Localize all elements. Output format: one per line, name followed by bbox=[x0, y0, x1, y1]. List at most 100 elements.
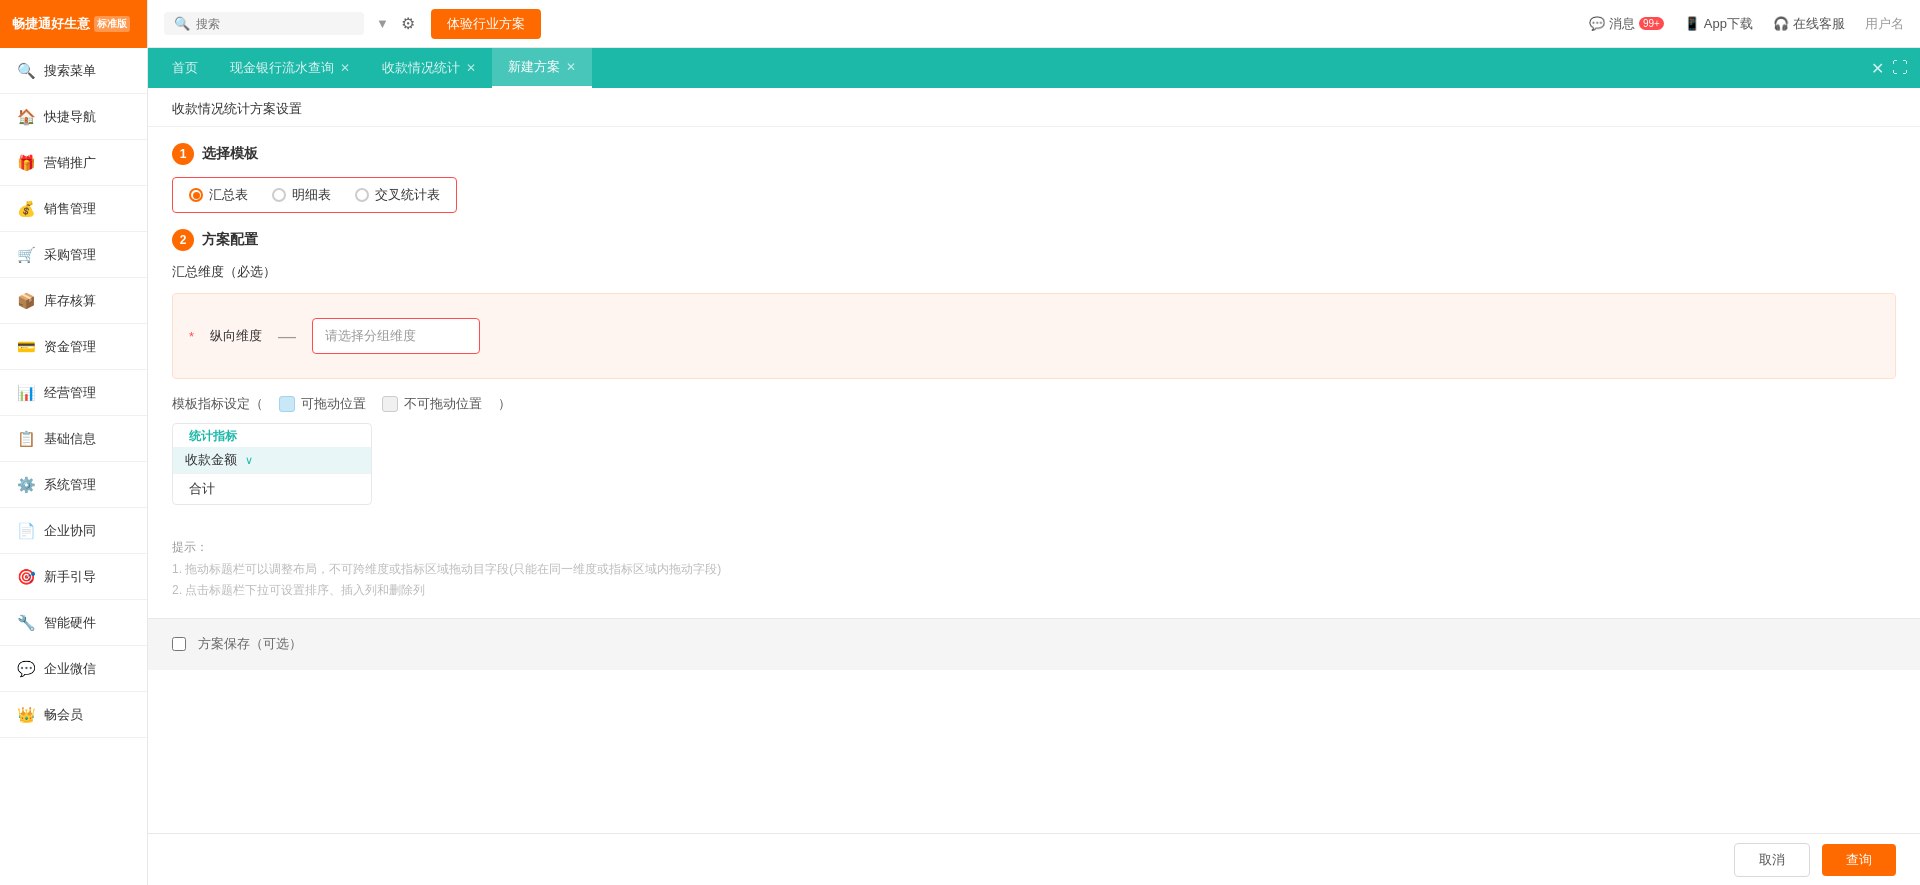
dimension-area: * 纵向维度 — 请选择分组维度 bbox=[172, 293, 1896, 379]
service-icon: 🎧 bbox=[1773, 16, 1789, 31]
stock-icon: 📦 bbox=[16, 291, 36, 311]
gift-icon: 🎁 bbox=[16, 153, 36, 173]
message-icon: 💬 bbox=[1589, 16, 1605, 31]
tab-receipt-stats-label: 收款情况统计 bbox=[382, 59, 460, 77]
step2-section: 2 方案配置 汇总维度（必选） * 纵向维度 — 请选择分组维度 bbox=[148, 229, 1920, 521]
finance-icon: 💳 bbox=[16, 337, 36, 357]
sidebar-label-corp: 企业协同 bbox=[44, 522, 96, 540]
save-scheme-checkbox[interactable] bbox=[172, 637, 186, 651]
step1-label: 选择模板 bbox=[202, 145, 258, 163]
app-download-item[interactable]: 📱 App下载 bbox=[1684, 15, 1753, 33]
sales-icon: 💰 bbox=[16, 199, 36, 219]
sidebar-item-hardware[interactable]: 🔧 智能硬件 bbox=[0, 600, 147, 646]
sidebar-item-finance[interactable]: 💳 资金管理 bbox=[0, 324, 147, 370]
purchase-icon: 🛒 bbox=[16, 245, 36, 265]
metrics-dropdown-btn[interactable]: ∨ bbox=[245, 454, 253, 467]
dimension-row-label: 纵向维度 bbox=[210, 327, 262, 345]
tab-receipt-stats-close[interactable]: ✕ bbox=[466, 61, 476, 75]
user-info[interactable]: 用户名 bbox=[1865, 15, 1904, 33]
corp-icon: 📄 bbox=[16, 521, 36, 541]
sidebar-item-quick-nav[interactable]: 🏠 快捷导航 bbox=[0, 94, 147, 140]
sidebar-item-guide[interactable]: 🎯 新手引导 bbox=[0, 554, 147, 600]
draggable-badge: 可拖动位置 bbox=[279, 395, 366, 413]
sidebar-logo: 畅捷通好生意 标准版 bbox=[0, 0, 147, 48]
non-draggable-badge: 不可拖动位置 bbox=[382, 395, 482, 413]
dimension-row: * 纵向维度 — 请选择分组维度 bbox=[189, 318, 1879, 354]
sidebar-label-hardware: 智能硬件 bbox=[44, 614, 96, 632]
tab-maximize-icon[interactable]: ⛶ bbox=[1892, 59, 1908, 77]
sidebar-item-purchase[interactable]: 🛒 采购管理 bbox=[0, 232, 147, 278]
content-area: 收款情况统计方案设置 1 选择模板 汇总表 明细表 bbox=[148, 88, 1920, 885]
sidebar-item-operation[interactable]: 📊 经营管理 bbox=[0, 370, 147, 416]
header-dropdown-arrow[interactable]: ▼ bbox=[376, 16, 389, 31]
sidebar-item-marketing[interactable]: 🎁 营销推广 bbox=[0, 140, 147, 186]
notification-item[interactable]: 💬 消息 99+ bbox=[1589, 15, 1664, 33]
sidebar-item-sales[interactable]: 💰 销售管理 bbox=[0, 186, 147, 232]
online-service-item[interactable]: 🎧 在线客服 bbox=[1773, 15, 1845, 33]
step2-circle: 2 bbox=[172, 229, 194, 251]
radio-cross-circle bbox=[355, 188, 369, 202]
page-title: 收款情况统计方案设置 bbox=[172, 101, 302, 116]
user-name: 用户名 bbox=[1865, 15, 1904, 33]
gear-icon[interactable]: ⚙ bbox=[401, 14, 415, 33]
notification-badge: 99+ bbox=[1639, 17, 1664, 30]
radio-detail-label: 明细表 bbox=[292, 186, 331, 204]
sidebar-item-member[interactable]: 👑 畅会员 bbox=[0, 692, 147, 738]
template-radio-group: 汇总表 明细表 交叉统计表 bbox=[172, 177, 457, 213]
sidebar-item-search[interactable]: 🔍 搜索菜单 bbox=[0, 48, 147, 94]
sidebar-label-guide: 新手引导 bbox=[44, 568, 96, 586]
hardware-icon: 🔧 bbox=[16, 613, 36, 633]
app-download-label: App下载 bbox=[1704, 15, 1753, 33]
metrics-title: 模板指标设定（ bbox=[172, 395, 263, 413]
draggable-label: 可拖动位置 bbox=[301, 395, 366, 413]
tab-controls: ✕ ⛶ bbox=[1871, 48, 1912, 88]
save-scheme-label: 方案保存（可选） bbox=[198, 635, 302, 653]
tips-title: 提示： bbox=[172, 540, 208, 554]
header-search-box[interactable]: 🔍 bbox=[164, 12, 364, 35]
tab-close-all-icon[interactable]: ✕ bbox=[1871, 59, 1884, 78]
online-service-label: 在线客服 bbox=[1793, 15, 1845, 33]
trial-button[interactable]: 体验行业方案 bbox=[431, 9, 541, 39]
radio-cross[interactable]: 交叉统计表 bbox=[355, 186, 440, 204]
tab-new-scheme-close[interactable]: ✕ bbox=[566, 60, 576, 74]
app-icon: 📱 bbox=[1684, 16, 1700, 31]
sidebar-item-system[interactable]: ⚙️ 系统管理 bbox=[0, 462, 147, 508]
radio-detail[interactable]: 明细表 bbox=[272, 186, 331, 204]
search-input[interactable] bbox=[196, 17, 346, 31]
dimension-arrow-icon: — bbox=[278, 326, 296, 347]
metrics-table: 统计指标 收款金额 ∨ 合计 bbox=[172, 423, 372, 505]
sidebar-item-wechat[interactable]: 💬 企业微信 bbox=[0, 646, 147, 692]
tab-receipt-stats[interactable]: 收款情况统计 ✕ bbox=[366, 48, 492, 88]
sidebar-label-quick-nav: 快捷导航 bbox=[44, 108, 96, 126]
guide-icon: 🎯 bbox=[16, 567, 36, 587]
tab-bank-query[interactable]: 现金银行流水查询 ✕ bbox=[214, 48, 366, 88]
step1-circle: 1 bbox=[172, 143, 194, 165]
logo-text: 畅捷通好生意 bbox=[12, 16, 90, 32]
step2-indicator: 2 方案配置 bbox=[172, 229, 1896, 251]
sidebar-label-search: 搜索菜单 bbox=[44, 62, 96, 80]
sidebar-label-stock: 库存核算 bbox=[44, 292, 96, 310]
query-button[interactable]: 查询 bbox=[1822, 844, 1896, 876]
tip-item-1: 1. 拖动标题栏可以调整布局，不可跨维度或指标区域拖动目字段(只能在同一维度或指… bbox=[172, 559, 1896, 581]
search-icon-header: 🔍 bbox=[174, 16, 190, 31]
cancel-button[interactable]: 取消 bbox=[1734, 843, 1810, 877]
step1-indicator: 1 选择模板 bbox=[172, 143, 1896, 165]
tab-bar: 首页 现金银行流水查询 ✕ 收款情况统计 ✕ 新建方案 ✕ ✕ ⛶ bbox=[148, 48, 1920, 88]
tip-item-2: 2. 点击标题栏下拉可设置排序、插入列和删除列 bbox=[172, 580, 1896, 602]
sidebar-item-stock[interactable]: 📦 库存核算 bbox=[0, 278, 147, 324]
non-draggable-label: 不可拖动位置 bbox=[404, 395, 482, 413]
tab-bank-query-label: 现金银行流水查询 bbox=[230, 59, 334, 77]
radio-summary[interactable]: 汇总表 bbox=[189, 186, 248, 204]
sidebar-item-corp[interactable]: 📄 企业协同 bbox=[0, 508, 147, 554]
metrics-table-header-row[interactable]: 收款金额 ∨ bbox=[173, 447, 371, 473]
tab-home[interactable]: 首页 bbox=[156, 48, 214, 88]
sidebar-label-system: 系统管理 bbox=[44, 476, 96, 494]
tips-section: 提示： 1. 拖动标题栏可以调整布局，不可跨维度或指标区域拖动目字段(只能在同一… bbox=[148, 521, 1920, 618]
sidebar-label-member: 畅会员 bbox=[44, 706, 83, 724]
main-area: 🔍 ▼ ⚙ 体验行业方案 💬 消息 99+ 📱 App下载 🎧 在线客服 用户名 bbox=[148, 0, 1920, 885]
tab-bank-query-close[interactable]: ✕ bbox=[340, 61, 350, 75]
tab-new-scheme[interactable]: 新建方案 ✕ bbox=[492, 48, 592, 88]
sidebar-item-basic-info[interactable]: 📋 基础信息 bbox=[0, 416, 147, 462]
dimension-select[interactable]: 请选择分组维度 bbox=[312, 318, 480, 354]
sidebar-label-basic-info: 基础信息 bbox=[44, 430, 96, 448]
